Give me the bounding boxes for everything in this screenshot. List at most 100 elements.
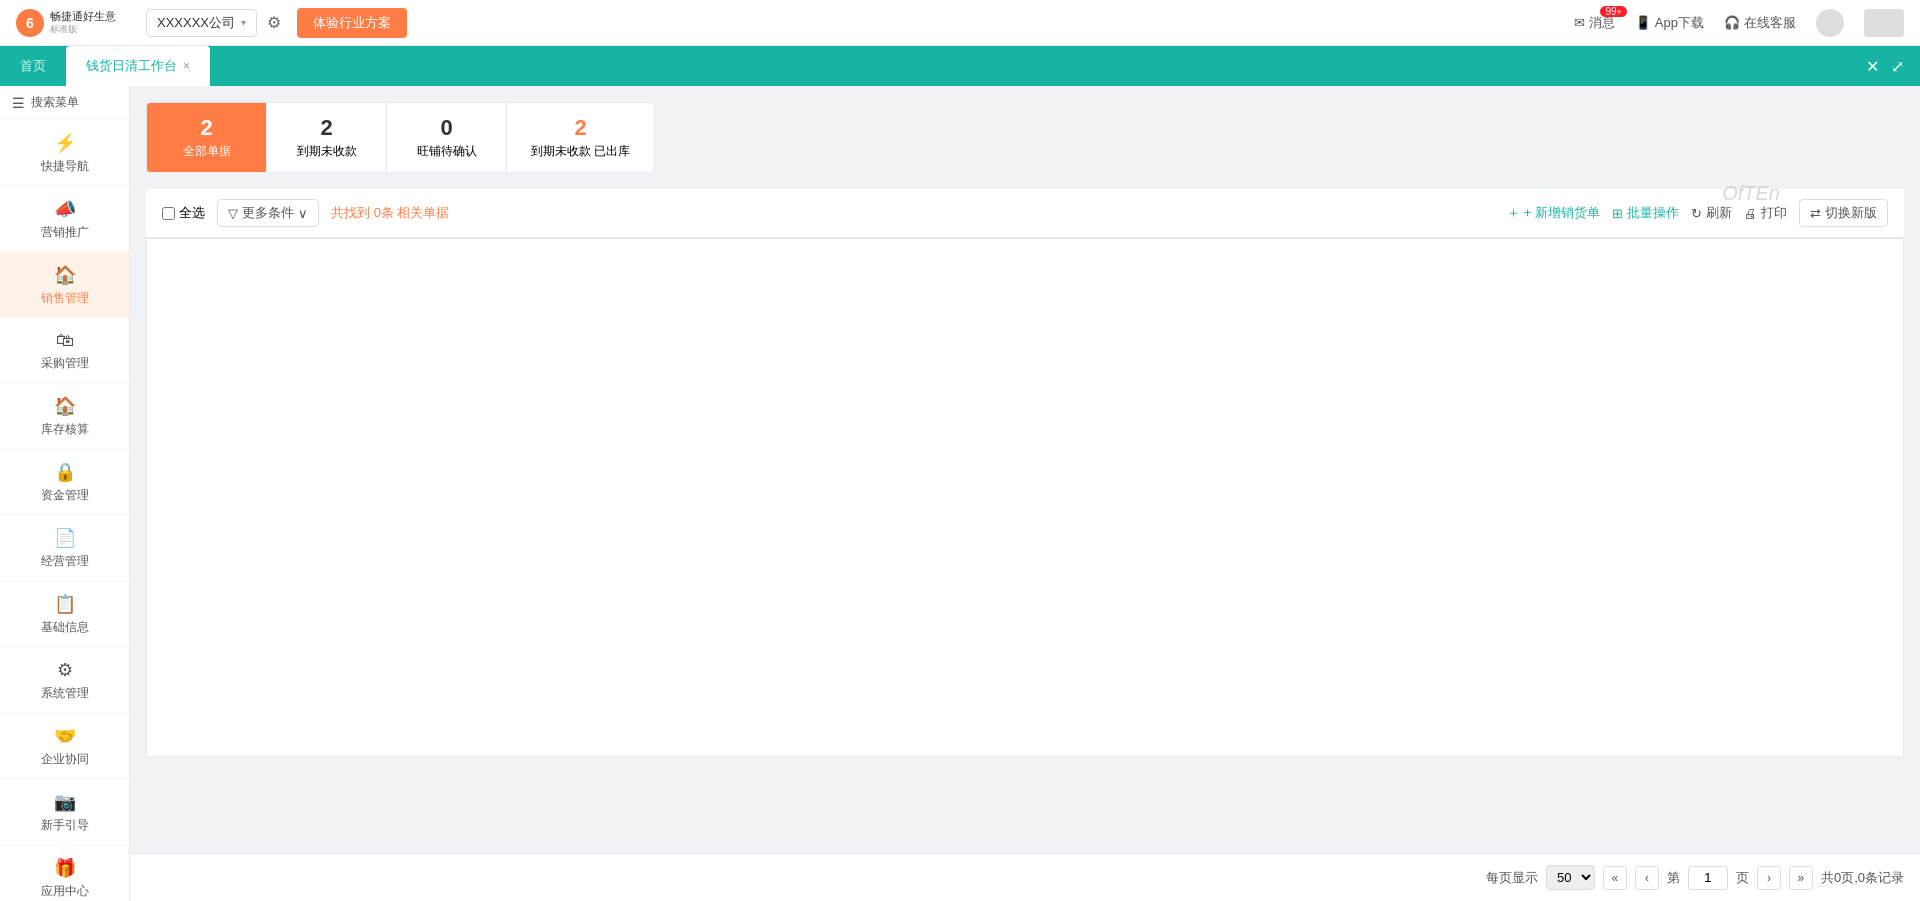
headset-icon: 🎧 bbox=[1724, 15, 1740, 30]
refresh-button[interactable]: ↻ 刷新 bbox=[1691, 204, 1732, 222]
tab-bar: 首页 钱货日清工作台 × ✕ ⤢ bbox=[0, 46, 1920, 86]
sidebar-item-sales-mgmt[interactable]: 🏠 销售管理 bbox=[0, 252, 129, 318]
stats-num-wangpu: 0 bbox=[411, 115, 482, 141]
plus-icon: ＋ bbox=[1507, 204, 1520, 222]
sidebar-item-label: 营销推广 bbox=[41, 224, 89, 241]
select-all-checkbox[interactable]: 全选 bbox=[162, 204, 205, 222]
ops-icon: 📄 bbox=[54, 527, 76, 549]
experience-button[interactable]: 体验行业方案 bbox=[297, 8, 407, 38]
tab-maximize-icon[interactable]: ⤢ bbox=[1891, 57, 1904, 76]
page-label: 第 bbox=[1667, 869, 1680, 887]
last-page-button[interactable]: » bbox=[1789, 866, 1813, 890]
header-right: ✉ 消息 99 📱 App下载 🎧 在线客服 bbox=[1574, 9, 1904, 37]
select-all-input[interactable] bbox=[162, 207, 175, 220]
stats-tabs: 2 全部单据 2 到期未收款 0 旺铺待确认 2 到期未收款 已出库 bbox=[146, 102, 655, 173]
sidebar-search-label: 搜索菜单 bbox=[31, 94, 79, 111]
sidebar-item-label: 采购管理 bbox=[41, 355, 89, 372]
tab-workbench[interactable]: 钱货日清工作台 × bbox=[66, 46, 210, 86]
sidebar-item-inventory[interactable]: 🏠 库存核算 bbox=[0, 383, 129, 449]
filter-icon: ▽ bbox=[228, 206, 238, 221]
sidebar-item-label: 库存核算 bbox=[41, 421, 89, 438]
logo-tag: 标准版 bbox=[50, 23, 116, 36]
stats-label-all: 全部单据 bbox=[171, 143, 242, 160]
stats-label-wangpu: 旺铺待确认 bbox=[411, 143, 482, 160]
stats-tab-overdue-shipped[interactable]: 2 到期未收款 已出库 bbox=[507, 103, 654, 172]
sidebar-item-label: 基础信息 bbox=[41, 619, 89, 636]
toolbar: 全选 ▽ 更多条件 ∨ 共找到 0条 相关单据 ＋ + 新增销货单 ⊞ bbox=[146, 189, 1904, 238]
sidebar-item-label: 新手引导 bbox=[41, 817, 89, 834]
guide-icon: 📷 bbox=[54, 791, 76, 813]
filter-chevron-icon: ∨ bbox=[298, 206, 308, 221]
tab-home[interactable]: 首页 bbox=[0, 46, 66, 86]
chevron-down-icon: ▾ bbox=[241, 17, 246, 28]
filter-button[interactable]: ▽ 更多条件 ∨ bbox=[217, 199, 319, 227]
user-name-area bbox=[1864, 9, 1904, 37]
top-header: 6 畅捷通好生意 标准版 XXXXXX公司 ▾ ⚙ 体验行业方案 ✉ 消息 99… bbox=[0, 0, 1920, 46]
found-text: 共找到 0条 相关单据 bbox=[331, 204, 449, 222]
toolbar-left: 全选 ▽ 更多条件 ∨ 共找到 0条 相关单据 bbox=[162, 199, 449, 227]
tab-minimize-icon[interactable]: ✕ bbox=[1866, 57, 1879, 76]
enterprise-icon: 🤝 bbox=[54, 725, 76, 747]
app-download-item[interactable]: 📱 App下载 bbox=[1635, 14, 1704, 32]
batch-icon: ⊞ bbox=[1612, 206, 1623, 221]
sidebar-search[interactable]: ☰ 搜索菜单 bbox=[0, 86, 129, 120]
sidebar-item-quick-nav[interactable]: ⚡ 快捷导航 bbox=[0, 120, 129, 186]
add-sales-order-button[interactable]: ＋ + 新增销货单 bbox=[1507, 204, 1600, 222]
stats-num-overdue-shipped: 2 bbox=[531, 115, 630, 141]
avatar[interactable] bbox=[1816, 9, 1844, 37]
logo-text-block: 畅捷通好生意 标准版 bbox=[50, 9, 116, 36]
page-suffix: 页 bbox=[1736, 869, 1749, 887]
sidebar-item-app-center[interactable]: 🎁 应用中心 bbox=[0, 845, 129, 901]
settings-icon[interactable]: ⚙ bbox=[267, 13, 281, 32]
main-content: 2 全部单据 2 到期未收款 0 旺铺待确认 2 到期未收款 已出库 全选 bbox=[130, 86, 1920, 901]
table-area bbox=[146, 238, 1904, 757]
sidebar-item-finance[interactable]: 🔒 资金管理 bbox=[0, 449, 129, 515]
sidebar-item-enterprise[interactable]: 🤝 企业协同 bbox=[0, 713, 129, 779]
sidebar-item-sys-mgmt[interactable]: ⚙ 系统管理 bbox=[0, 647, 129, 713]
tab-close-icon[interactable]: × bbox=[183, 59, 190, 73]
sidebar-item-label: 企业协同 bbox=[41, 751, 89, 768]
sidebar-item-label: 经营管理 bbox=[41, 553, 89, 570]
inventory-icon: 🏠 bbox=[54, 395, 76, 417]
tab-workbench-label: 钱货日清工作台 bbox=[86, 57, 177, 75]
stats-num-overdue: 2 bbox=[291, 115, 362, 141]
stats-tab-wangpu[interactable]: 0 旺铺待确认 bbox=[387, 103, 507, 172]
found-count: 0 bbox=[374, 205, 381, 220]
refresh-icon: ↻ bbox=[1691, 206, 1702, 221]
stats-num-all: 2 bbox=[171, 115, 242, 141]
switch-version-button[interactable]: ⇄ 切换新版 bbox=[1799, 199, 1888, 227]
select-all-label: 全选 bbox=[179, 204, 205, 222]
message-badge: 99 bbox=[1600, 6, 1626, 17]
basic-info-icon: 📋 bbox=[54, 593, 76, 615]
purchase-icon: 🛍 bbox=[56, 330, 74, 351]
next-page-button[interactable]: › bbox=[1757, 866, 1781, 890]
sidebar: ☰ 搜索菜单 ⚡ 快捷导航 📣 营销推广 🏠 销售管理 🛍 采购管理 🏠 库存核… bbox=[0, 86, 130, 901]
online-service-item[interactable]: 🎧 在线客服 bbox=[1724, 14, 1796, 32]
message-item[interactable]: ✉ 消息 99 bbox=[1574, 14, 1615, 32]
sidebar-item-guide[interactable]: 📷 新手引导 bbox=[0, 779, 129, 845]
sidebar-item-purchase-mgmt[interactable]: 🛍 采购管理 bbox=[0, 318, 129, 383]
sidebar-item-basic-info[interactable]: 📋 基础信息 bbox=[0, 581, 129, 647]
total-records: 共0页,0条记录 bbox=[1821, 869, 1904, 887]
first-page-icon: « bbox=[1612, 871, 1619, 885]
app-center-icon: 🎁 bbox=[54, 857, 76, 879]
per-page-label: 每页显示 bbox=[1486, 869, 1538, 887]
company-selector[interactable]: XXXXXX公司 ▾ bbox=[146, 9, 257, 37]
company-name: XXXXXX公司 bbox=[157, 14, 235, 32]
stats-tab-all[interactable]: 2 全部单据 bbox=[147, 103, 267, 172]
finance-icon: 🔒 bbox=[54, 461, 76, 483]
stats-tab-overdue[interactable]: 2 到期未收款 bbox=[267, 103, 387, 172]
sidebar-item-label: 系统管理 bbox=[41, 685, 89, 702]
batch-operations-button[interactable]: ⊞ 批量操作 bbox=[1612, 204, 1679, 222]
sidebar-item-ops-mgmt[interactable]: 📄 经营管理 bbox=[0, 515, 129, 581]
first-page-button[interactable]: « bbox=[1603, 866, 1627, 890]
print-button[interactable]: 🖨 打印 bbox=[1744, 204, 1787, 222]
pagination-bar: 每页显示 50 « ‹ 第 页 › » 共0页,0条记录 bbox=[130, 853, 1920, 901]
per-page-select[interactable]: 50 bbox=[1546, 865, 1595, 890]
sidebar-item-marketing[interactable]: 📣 营销推广 bbox=[0, 186, 129, 252]
current-page-input[interactable] bbox=[1688, 866, 1728, 890]
message-icon: ✉ bbox=[1574, 15, 1585, 30]
prev-page-button[interactable]: ‹ bbox=[1635, 866, 1659, 890]
last-page-icon: » bbox=[1798, 871, 1805, 885]
prev-page-icon: ‹ bbox=[1645, 871, 1649, 885]
